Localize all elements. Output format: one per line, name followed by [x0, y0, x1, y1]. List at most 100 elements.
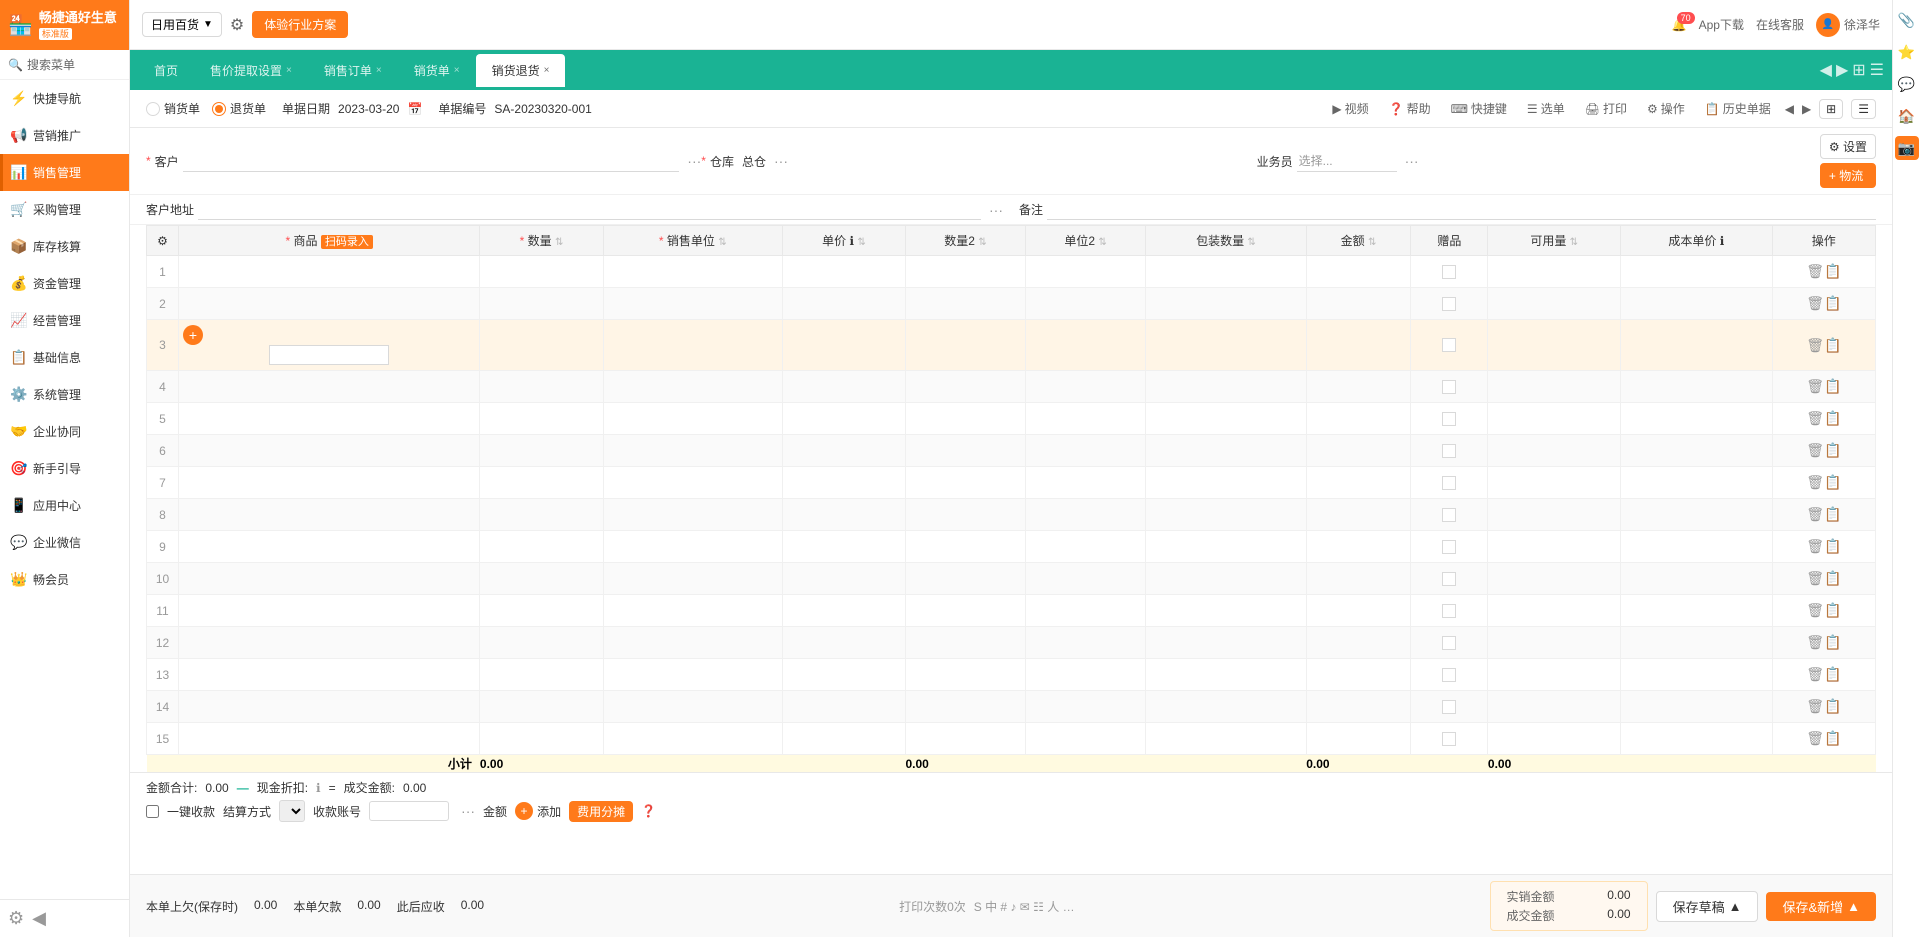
sidebar-item-enterprise[interactable]: 🤝 企业协同 [0, 413, 129, 450]
one-click-payment-cb[interactable] [146, 805, 159, 818]
col-unit-sort[interactable]: ⇅ [718, 237, 726, 248]
user-menu[interactable]: 👤 徐泽华 [1816, 13, 1880, 37]
list-view-btn[interactable]: ☰ [1851, 99, 1876, 119]
col-gear-icon[interactable]: ⚙ [157, 234, 168, 248]
action-select[interactable]: ☰ 选单 [1521, 98, 1571, 119]
tab-list-icon[interactable]: ☰ [1870, 60, 1884, 80]
sidebar-item-system[interactable]: ⚙️ 系统管理 [0, 376, 129, 413]
delete-row-btn[interactable]: 🗑 [1806, 442, 1824, 459]
copy-row-btn[interactable]: 📋 [1824, 698, 1841, 715]
sidebar-item-sales[interactable]: 📊 销售管理 [0, 154, 129, 191]
delete-row-btn[interactable]: 🗑 [1806, 602, 1824, 619]
sidebar-item-wechat[interactable]: 💬 企业微信 [0, 524, 129, 561]
nav-next-icon[interactable]: ▶ [1802, 102, 1811, 116]
sidebar-item-finance[interactable]: 💰 资金管理 [0, 265, 129, 302]
tab-grid-icon[interactable]: ⊞ [1852, 60, 1865, 80]
sidebar-item-marketing[interactable]: 📢 营销推广 [0, 117, 129, 154]
nav-prev-icon[interactable]: ◀ [1785, 102, 1794, 116]
sidebar-item-search[interactable]: 🔍 搜索菜单 [0, 50, 129, 80]
copy-row-btn[interactable]: 📋 [1824, 666, 1841, 683]
sidebar-item-purchase[interactable]: 🛒 采购管理 [0, 191, 129, 228]
sidebar-item-basic[interactable]: 📋 基础信息 [0, 339, 129, 376]
copy-row-btn[interactable]: 📋 [1824, 602, 1841, 619]
address-dots-btn[interactable]: ··· [989, 202, 1003, 218]
tab-home[interactable]: 首页 [138, 54, 194, 87]
gift-checkbox-row5[interactable] [1442, 412, 1456, 426]
settings-gear-icon[interactable]: ⚙ [8, 908, 24, 929]
save-draft-button[interactable]: 保存草稿 ▲ [1656, 891, 1759, 922]
right-panel-btn-2[interactable]: ⭐ [1895, 40, 1919, 64]
copy-row-btn[interactable]: 📋 [1824, 634, 1841, 651]
tab-sales-return[interactable]: 销货退货 × [476, 54, 566, 87]
col-qty2-sort[interactable]: ⇅ [978, 237, 986, 248]
action-history[interactable]: 📋 历史单据 [1699, 98, 1777, 119]
copy-row-btn[interactable]: 📋 [1824, 410, 1841, 427]
tab-close-price-settings[interactable]: × [286, 65, 292, 76]
copy-row-btn[interactable]: 📋 [1824, 570, 1841, 587]
tab-close-sales-return[interactable]: × [544, 65, 550, 76]
action-video[interactable]: ▶ 视频 [1326, 98, 1374, 119]
fee-split-btn[interactable]: 费用分摊 [569, 801, 633, 822]
collapse-icon[interactable]: ◀ [32, 908, 46, 929]
radio-return[interactable]: 退货单 [212, 100, 266, 117]
salesperson-select[interactable]: 选择... [1297, 150, 1397, 172]
gift-checkbox-row15[interactable] [1442, 732, 1456, 746]
sidebar-item-operations[interactable]: 📈 经营管理 [0, 302, 129, 339]
copy-row-btn[interactable]: 📋 [1824, 263, 1841, 280]
settings-btn[interactable]: ⚙ 设置 [1820, 134, 1876, 159]
gift-checkbox-row11[interactable] [1442, 604, 1456, 618]
action-print[interactable]: 🖨 打印 [1579, 98, 1633, 119]
right-panel-btn-4[interactable]: 🏠 [1895, 104, 1919, 128]
copy-row-btn[interactable]: 📋 [1824, 295, 1841, 312]
delete-row-btn[interactable]: 🗑 [1806, 570, 1824, 587]
customer-dots-btn[interactable]: ··· [687, 153, 701, 169]
delete-row-btn[interactable]: 🗑 [1806, 698, 1824, 715]
tab-close-sales-order[interactable]: × [376, 65, 382, 76]
delete-row-btn[interactable]: 🗑 [1806, 634, 1824, 651]
save-new-button[interactable]: 保存&新增 ▲ [1766, 892, 1876, 921]
copy-row-btn[interactable]: 📋 [1824, 442, 1841, 459]
sidebar-item-apps[interactable]: 📱 应用中心 [0, 487, 129, 524]
copy-row-btn[interactable]: 📋 [1824, 506, 1841, 523]
tab-close-sales-delivery[interactable]: × [454, 65, 460, 76]
tab-next-icon[interactable]: ▶ [1836, 60, 1848, 80]
notification-bell[interactable]: 🔔 70 [1672, 18, 1687, 32]
action-help[interactable]: ❓ 帮助 [1383, 98, 1437, 119]
col-avail-sort[interactable]: ⇅ [1570, 237, 1578, 248]
gift-checkbox-row1[interactable] [1442, 265, 1456, 279]
copy-row-btn[interactable]: 📋 [1824, 538, 1841, 555]
warehouse-dots-btn[interactable]: ··· [774, 153, 788, 169]
salesperson-dots-btn[interactable]: ··· [1405, 153, 1419, 169]
sidebar-item-inventory[interactable]: 📦 库存核算 [0, 228, 129, 265]
col-pack-sort[interactable]: ⇅ [1247, 237, 1255, 248]
tab-price-settings[interactable]: 售价提取设置 × [194, 54, 308, 87]
table-view-btn[interactable]: ⊞ [1819, 99, 1843, 119]
tab-sales-delivery[interactable]: 销货单 × [398, 54, 476, 87]
gift-checkbox-row4[interactable] [1442, 380, 1456, 394]
delete-row-btn[interactable]: 🗑 [1806, 337, 1824, 354]
gift-checkbox-row10[interactable] [1442, 572, 1456, 586]
right-panel-btn-5[interactable]: 📷 [1895, 136, 1919, 160]
tab-prev-icon[interactable]: ◀ [1820, 60, 1832, 80]
delete-row-btn[interactable]: 🗑 [1806, 410, 1824, 427]
gift-checkbox-row7[interactable] [1442, 476, 1456, 490]
copy-row-btn[interactable]: 📋 [1824, 337, 1841, 354]
col-price-sort[interactable]: ⇅ [857, 237, 865, 248]
action-operations[interactable]: ⚙ 操作 [1641, 98, 1691, 119]
gift-checkbox-row14[interactable] [1442, 700, 1456, 714]
address-input[interactable] [198, 199, 981, 220]
sidebar-item-member[interactable]: 👑 畅会员 [0, 561, 129, 598]
sidebar-item-guide[interactable]: 🎯 新手引导 [0, 450, 129, 487]
delete-row-btn[interactable]: 🗑 [1806, 474, 1824, 491]
delete-row-btn[interactable]: 🗑 [1806, 538, 1824, 555]
add-row-icon-btn[interactable]: + [515, 802, 533, 820]
copy-row-btn[interactable]: 📋 [1824, 378, 1841, 395]
delete-row-btn[interactable]: 🗑 [1806, 666, 1824, 683]
logistics-btn[interactable]: + 物流 [1820, 163, 1876, 188]
gift-checkbox-row12[interactable] [1442, 636, 1456, 650]
product-input-row3[interactable] [269, 345, 389, 365]
online-service-link[interactable]: 在线客服 [1756, 16, 1804, 33]
tab-sales-order[interactable]: 销售订单 × [308, 54, 398, 87]
add-product-btn[interactable]: + [183, 325, 203, 345]
gift-checkbox-row3[interactable] [1442, 338, 1456, 352]
